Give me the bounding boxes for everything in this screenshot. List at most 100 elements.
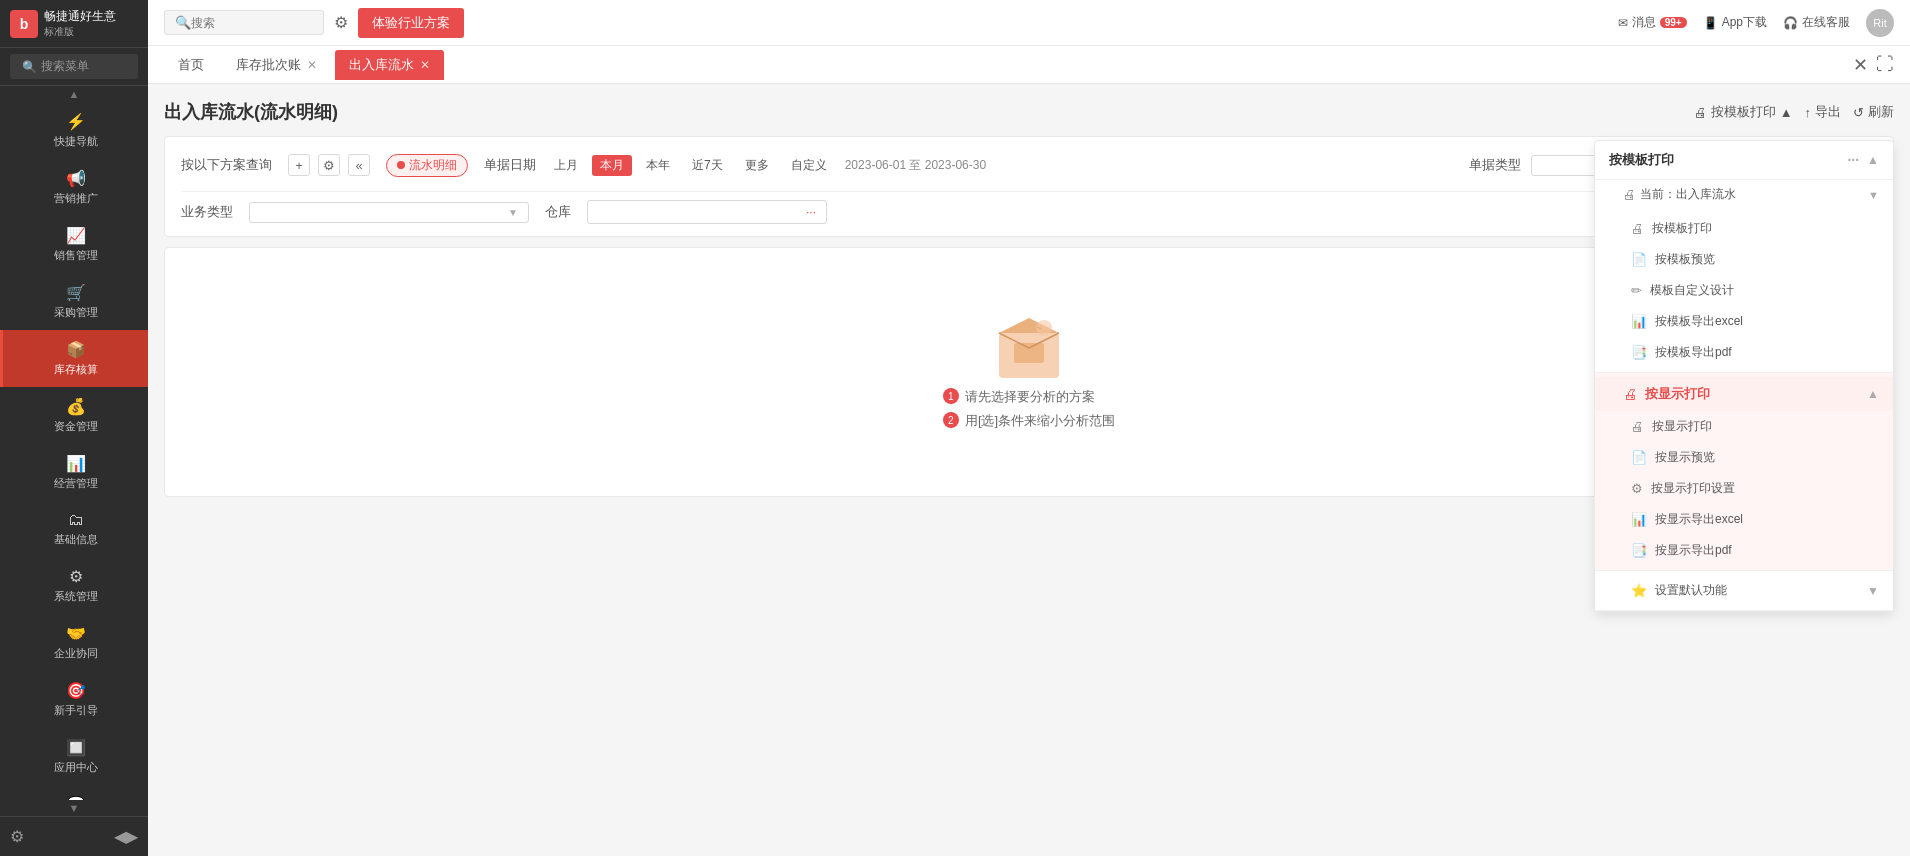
dropdown-section-display-header: 🖨 按显示打印 ▲ bbox=[1595, 377, 1893, 411]
star-icon: ⭐ bbox=[1631, 583, 1647, 598]
date-range-display: 2023-06-01 至 2023-06-30 bbox=[845, 157, 986, 174]
tab-inout-flow[interactable]: 出入库流水 ✕ bbox=[335, 50, 444, 80]
printer-icon: 🖨 bbox=[1694, 105, 1707, 120]
sidebar-item-wechat[interactable]: 💬 企业微信 bbox=[0, 785, 148, 800]
dropdown-collapse-button[interactable]: ▲ bbox=[1867, 153, 1879, 167]
sidebar-item-purchase[interactable]: 🛒 采购管理 bbox=[0, 273, 148, 330]
handshake-icon: 🤝 bbox=[66, 624, 86, 643]
date-option-prev-month[interactable]: 上月 bbox=[546, 155, 586, 176]
filter-collapse-button[interactable]: « bbox=[348, 154, 370, 176]
dropdown-section-settings: ⭐ 设置默认功能 ▼ bbox=[1595, 571, 1893, 611]
sidebar-collapse-btn[interactable]: ◀▶ bbox=[114, 827, 138, 846]
date-options: 上月 本月 本年 近7天 更多 自定义 bbox=[546, 155, 835, 176]
app-download-button[interactable]: 📱 App下载 bbox=[1703, 14, 1767, 31]
export-button[interactable]: ↑ 导出 bbox=[1805, 103, 1842, 121]
dropdown-item-template-export-excel[interactable]: 📊 按模板导出excel bbox=[1595, 306, 1893, 337]
excel-icon: 📊 bbox=[1631, 512, 1647, 527]
page-actions: 🖨 按模板打印 ▲ ↑ 导出 ↺ 刷新 bbox=[1694, 103, 1894, 121]
dropdown-item-set-default[interactable]: ⭐ 设置默认功能 ▼ bbox=[1595, 575, 1893, 606]
dropdown-section-template: 🖨 按模板打印 📄 按模板预览 ✏ 模板自定义设计 📊 按模板导出excel 📑 bbox=[1595, 209, 1893, 373]
search-input[interactable] bbox=[191, 16, 301, 30]
print-template-button[interactable]: 🖨 按模板打印 ▲ bbox=[1694, 103, 1793, 121]
tab-inout-flow-close[interactable]: ✕ bbox=[420, 58, 430, 72]
dropdown-item-template-print[interactable]: 🖨 按模板打印 bbox=[1595, 213, 1893, 244]
warehouse-select[interactable]: ··· bbox=[587, 200, 827, 224]
sidebar-scroll-down[interactable]: ▼ bbox=[0, 800, 148, 816]
dropdown-item-display-print[interactable]: 🖨 按显示打印 bbox=[1595, 411, 1893, 442]
sidebar-nav: ⚡ 快捷导航 📢 营销推广 📈 销售管理 🛒 采购管理 📦 库存核算 💰 资金管… bbox=[0, 102, 148, 800]
flash-icon: ⚡ bbox=[66, 112, 86, 131]
sidebar: b 畅捷通好生意 标准版 🔍 搜索菜单 ▲ ⚡ 快捷导航 📢 营销推广 📈 销售… bbox=[0, 0, 148, 856]
target-icon: 🎯 bbox=[66, 681, 86, 700]
plus-icon: + bbox=[295, 158, 303, 173]
sidebar-settings-btn[interactable]: ⚙ bbox=[10, 827, 24, 846]
topbar-gear-icon[interactable]: ⚙ bbox=[334, 13, 348, 32]
trial-industry-button[interactable]: 体验行业方案 bbox=[358, 8, 464, 38]
sidebar-item-system[interactable]: ⚙ 系统管理 bbox=[0, 557, 148, 614]
dropdown-item-display-print-settings[interactable]: ⚙ 按显示打印设置 bbox=[1595, 473, 1893, 504]
dropdown-item-display-preview[interactable]: 📄 按显示预览 bbox=[1595, 442, 1893, 473]
section-arrow-icon: ▲ bbox=[1867, 387, 1879, 401]
sidebar-search-button[interactable]: 🔍 搜索菜单 bbox=[10, 54, 138, 79]
tab-close-all-button[interactable]: ✕ bbox=[1853, 54, 1868, 76]
empty-tips: 1 请先选择要分析的方案 2 用[选]条件来缩小分析范围 bbox=[943, 388, 1115, 436]
sidebar-item-operation[interactable]: 📊 经营管理 bbox=[0, 444, 148, 501]
sidebar-scroll-up[interactable]: ▲ bbox=[0, 86, 148, 102]
dropdown-item-template-export-pdf[interactable]: 📑 按模板导出pdf bbox=[1595, 337, 1893, 368]
warehouse-label: 仓库 bbox=[545, 203, 571, 221]
user-avatar-button[interactable]: Rit bbox=[1866, 9, 1894, 37]
date-option-custom[interactable]: 自定义 bbox=[783, 155, 835, 176]
filter-add-button[interactable]: + bbox=[288, 154, 310, 176]
excel-icon: 📊 bbox=[1631, 314, 1647, 329]
dropdown-item-display-export-excel[interactable]: 📊 按显示导出excel bbox=[1595, 504, 1893, 535]
page-content: 出入库流水(流水明细) 🖨 按模板打印 ▲ ↑ 导出 ↺ 刷新 bbox=[148, 84, 1910, 856]
print-dropdown-panel: 按模板打印 ··· ▲ 🖨 当前：出入库流水 ▼ 🖨 按模板打印 📄 bbox=[1594, 140, 1894, 612]
tab-home[interactable]: 首页 bbox=[164, 50, 218, 80]
refresh-button[interactable]: ↺ 刷新 bbox=[1853, 103, 1894, 121]
business-type-select[interactable]: ▼ bbox=[249, 202, 529, 223]
sidebar-item-app-center[interactable]: 🔲 应用中心 bbox=[0, 728, 148, 785]
dropdown-item-template-custom[interactable]: ✏ 模板自定义设计 bbox=[1595, 275, 1893, 306]
settings-icon: ⚙ bbox=[323, 158, 335, 173]
sidebar-logo: b 畅捷通好生意 标准版 bbox=[0, 0, 148, 48]
empty-tip-2: 2 用[选]条件来缩小分析范围 bbox=[943, 412, 1115, 430]
date-field-label: 单据日期 bbox=[484, 156, 536, 174]
dropdown-header: 按模板打印 ··· ▲ bbox=[1595, 141, 1893, 180]
chevron-up-icon: ▲ bbox=[1780, 105, 1793, 120]
current-arrow-icon: ▼ bbox=[1868, 189, 1879, 201]
tab-batch-account[interactable]: 库存批次账 ✕ bbox=[222, 50, 331, 80]
sidebar-item-finance[interactable]: 💰 资金管理 bbox=[0, 387, 148, 444]
dropdown-item-template-preview[interactable]: 📄 按模板预览 bbox=[1595, 244, 1893, 275]
headset-icon: 🎧 bbox=[1783, 16, 1798, 30]
printer-red-icon: 🖨 bbox=[1623, 386, 1637, 402]
grid-icon: 🔲 bbox=[66, 738, 86, 757]
empty-icon: ~ bbox=[989, 308, 1069, 388]
filter-settings-button[interactable]: ⚙ bbox=[318, 154, 340, 176]
tab-batch-account-close[interactable]: ✕ bbox=[307, 58, 317, 72]
date-option-last-7-days[interactable]: 近7天 bbox=[684, 155, 731, 176]
topbar-search-box[interactable]: 🔍 bbox=[164, 10, 324, 35]
sidebar-item-quick-nav[interactable]: ⚡ 快捷导航 bbox=[0, 102, 148, 159]
sidebar-item-marketing[interactable]: 📢 营销推广 bbox=[0, 159, 148, 216]
dropdown-item-display-export-pdf[interactable]: 📑 按显示导出pdf bbox=[1595, 535, 1893, 566]
date-option-this-month[interactable]: 本月 bbox=[592, 155, 632, 176]
cart-icon: 🛒 bbox=[66, 283, 86, 302]
online-service-button[interactable]: 🎧 在线客服 bbox=[1783, 14, 1850, 31]
date-option-more[interactable]: 更多 bbox=[737, 155, 777, 176]
dropdown-more-button[interactable]: ··· bbox=[1847, 152, 1859, 168]
sidebar-item-basic[interactable]: 🗂 基础信息 bbox=[0, 501, 148, 557]
date-option-this-year[interactable]: 本年 bbox=[638, 155, 678, 176]
sidebar-item-enterprise[interactable]: 🤝 企业协同 bbox=[0, 614, 148, 671]
chevron-down-icon: ▼ bbox=[1867, 584, 1879, 598]
sidebar-item-inventory[interactable]: 📦 库存核算 bbox=[0, 330, 148, 387]
money-icon: 💰 bbox=[66, 397, 86, 416]
tabbar-actions: ✕ ⛶ bbox=[1853, 54, 1894, 76]
logo-text: 畅捷通好生意 标准版 bbox=[44, 9, 116, 38]
message-button[interactable]: ✉ 消息 99+ bbox=[1618, 14, 1687, 31]
sidebar-item-guide[interactable]: 🎯 新手引导 bbox=[0, 671, 148, 728]
sidebar-item-sales[interactable]: 📈 销售管理 bbox=[0, 216, 148, 273]
preview-icon: 📄 bbox=[1631, 252, 1647, 267]
message-badge: 99+ bbox=[1660, 17, 1687, 28]
sidebar-search-area[interactable]: 🔍 搜索菜单 bbox=[0, 48, 148, 86]
tab-maximize-button[interactable]: ⛶ bbox=[1876, 54, 1894, 76]
